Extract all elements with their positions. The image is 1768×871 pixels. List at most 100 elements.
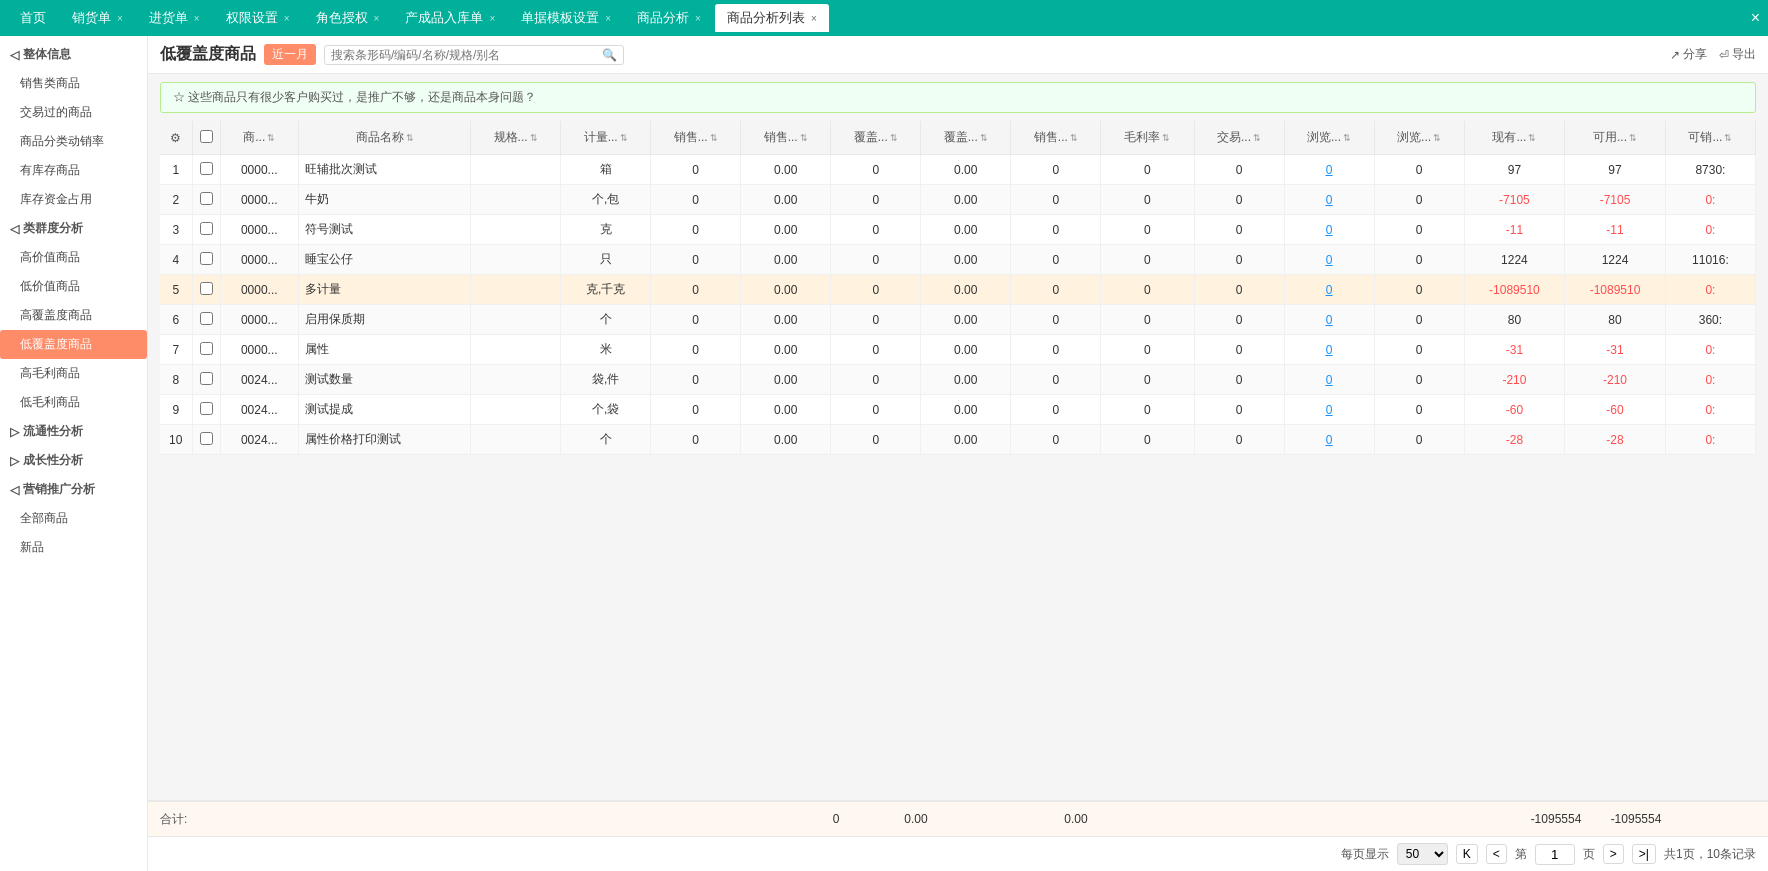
close-icon[interactable]: × [374, 13, 380, 24]
row-checkbox[interactable] [192, 305, 220, 335]
close-icon[interactable]: × [489, 13, 495, 24]
row-views1[interactable]: 0 [1284, 275, 1374, 305]
row-cov2: 0.00 [921, 275, 1011, 305]
tab-template-settings[interactable]: 单据模板设置 × [509, 4, 623, 32]
sidebar-section-overall[interactable]: ◁ 整体信息 [0, 40, 147, 69]
sidebar-item-low-margin[interactable]: 低毛利商品 [0, 388, 147, 417]
row-checkbox[interactable] [192, 335, 220, 365]
row-no: 7 [160, 335, 192, 365]
close-icon[interactable]: × [605, 13, 611, 24]
tab-purchase-order[interactable]: 进货单 × [137, 4, 212, 32]
share-button[interactable]: ↗ 分享 [1670, 46, 1707, 63]
page-size-select[interactable]: 50 10 20 100 [1397, 843, 1448, 865]
sidebar-section-cluster[interactable]: ◁ 类群度分析 [0, 214, 147, 243]
row-sales-qty: 0 [651, 275, 741, 305]
sidebar-item-high-margin[interactable]: 高毛利商品 [0, 359, 147, 388]
row-checkbox[interactable] [192, 365, 220, 395]
row-sales-qty: 0 [651, 365, 741, 395]
sidebar-item-sales-products[interactable]: 销售类商品 [0, 69, 147, 98]
tab-home[interactable]: 首页 [8, 4, 58, 32]
first-page-button[interactable]: K [1456, 844, 1478, 864]
row-checkbox[interactable] [192, 275, 220, 305]
row-checkbox[interactable] [192, 425, 220, 455]
last-page-button[interactable]: >| [1632, 844, 1656, 864]
row-checkbox[interactable] [192, 155, 220, 185]
sidebar-section-flow[interactable]: ▷ 流通性分析 [0, 417, 147, 446]
row-current-stock: 97 [1464, 155, 1565, 185]
col-settings[interactable]: ⚙ [160, 121, 192, 155]
tab-sales-order[interactable]: 销货单 × [60, 4, 135, 32]
tab-permission-settings[interactable]: 权限设置 × [214, 4, 302, 32]
tab-product-analysis[interactable]: 商品分析 × [625, 4, 713, 32]
row-gross-margin: 0 [1101, 155, 1194, 185]
row-sales-qty: 0 [651, 245, 741, 275]
sidebar-section-marketing[interactable]: ◁ 营销推广分析 [0, 475, 147, 504]
row-checkbox[interactable] [192, 185, 220, 215]
select-all-checkbox[interactable] [200, 130, 213, 143]
row-cov1: 0 [831, 365, 921, 395]
tab-finished-goods[interactable]: 产成品入库单 × [393, 4, 507, 32]
row-views1[interactable]: 0 [1284, 365, 1374, 395]
page-title: 低覆盖度商品 [160, 44, 256, 65]
row-views2: 0 [1374, 155, 1464, 185]
sidebar-item-all-products[interactable]: 全部商品 [0, 504, 147, 533]
row-transactions: 0 [1194, 185, 1284, 215]
sidebar-item-high-value[interactable]: 高价值商品 [0, 243, 147, 272]
row-views1[interactable]: 0 [1284, 155, 1374, 185]
export-button[interactable]: ⏎ 导出 [1719, 46, 1756, 63]
row-cov1: 0 [831, 275, 921, 305]
search-input[interactable] [331, 48, 598, 62]
page-number-input[interactable] [1535, 844, 1575, 865]
search-icon[interactable]: 🔍 [602, 48, 617, 62]
row-views1[interactable]: 0 [1284, 305, 1374, 335]
sidebar-item-low-value[interactable]: 低价值商品 [0, 272, 147, 301]
close-icon[interactable]: × [695, 13, 701, 24]
tab-role-auth[interactable]: 角色授权 × [304, 4, 392, 32]
data-table-container[interactable]: ⚙ 商...⇅ 商品名称⇅ 规格...⇅ 计量...⇅ 销售...⇅ 销售...… [148, 121, 1768, 800]
sidebar-section-growth[interactable]: ▷ 成长性分析 [0, 446, 147, 475]
row-views1[interactable]: 0 [1284, 245, 1374, 275]
prev-page-button[interactable]: < [1486, 844, 1507, 864]
row-views1[interactable]: 0 [1284, 425, 1374, 455]
sidebar-item-in-stock[interactable]: 有库存商品 [0, 156, 147, 185]
next-page-button[interactable]: > [1603, 844, 1624, 864]
row-views2: 0 [1374, 185, 1464, 215]
close-icon[interactable]: × [194, 13, 200, 24]
row-id: 0000... [220, 245, 298, 275]
col-checkbox[interactable] [192, 121, 220, 155]
close-icon[interactable]: × [811, 13, 817, 24]
tab-product-analysis-list[interactable]: 商品分析列表 × [715, 4, 829, 32]
sidebar-item-high-coverage[interactable]: 高覆盖度商品 [0, 301, 147, 330]
sidebar-item-low-coverage[interactable]: 低覆盖度商品 [0, 330, 147, 359]
row-transactions: 0 [1194, 305, 1284, 335]
period-button[interactable]: 近一月 [264, 44, 316, 65]
row-cov1: 0 [831, 155, 921, 185]
row-unit: 只 [561, 245, 651, 275]
row-name: 属性 [298, 335, 470, 365]
row-sales-cnt: 0 [1011, 425, 1101, 455]
close-icon[interactable]: × [284, 13, 290, 24]
close-all-icon[interactable]: × [1751, 9, 1760, 27]
row-current-stock: -1089510 [1464, 275, 1565, 305]
sidebar-item-capital-occupation[interactable]: 库存资金占用 [0, 185, 147, 214]
row-views1[interactable]: 0 [1284, 335, 1374, 365]
row-views1[interactable]: 0 [1284, 395, 1374, 425]
row-spec [471, 395, 561, 425]
row-checkbox[interactable] [192, 395, 220, 425]
table-row: 1 0000... 旺辅批次测试 箱 0 0.00 0 0.00 0 0 0 0… [160, 155, 1756, 185]
sidebar-item-new-products[interactable]: 新品 [0, 533, 147, 562]
row-checkbox[interactable] [192, 245, 220, 275]
row-cov2: 0.00 [921, 395, 1011, 425]
close-icon[interactable]: × [117, 13, 123, 24]
row-views1[interactable]: 0 [1284, 215, 1374, 245]
row-views2: 0 [1374, 335, 1464, 365]
row-transactions: 0 [1194, 425, 1284, 455]
row-sales-cnt: 0 [1011, 335, 1101, 365]
row-cov2: 0.00 [921, 185, 1011, 215]
row-checkbox[interactable] [192, 215, 220, 245]
sidebar-item-traded-products[interactable]: 交易过的商品 [0, 98, 147, 127]
row-gross-margin: 0 [1101, 215, 1194, 245]
row-views1[interactable]: 0 [1284, 185, 1374, 215]
sidebar-item-category-turnover[interactable]: 商品分类动销率 [0, 127, 147, 156]
footer-label: 合计: [160, 811, 187, 828]
